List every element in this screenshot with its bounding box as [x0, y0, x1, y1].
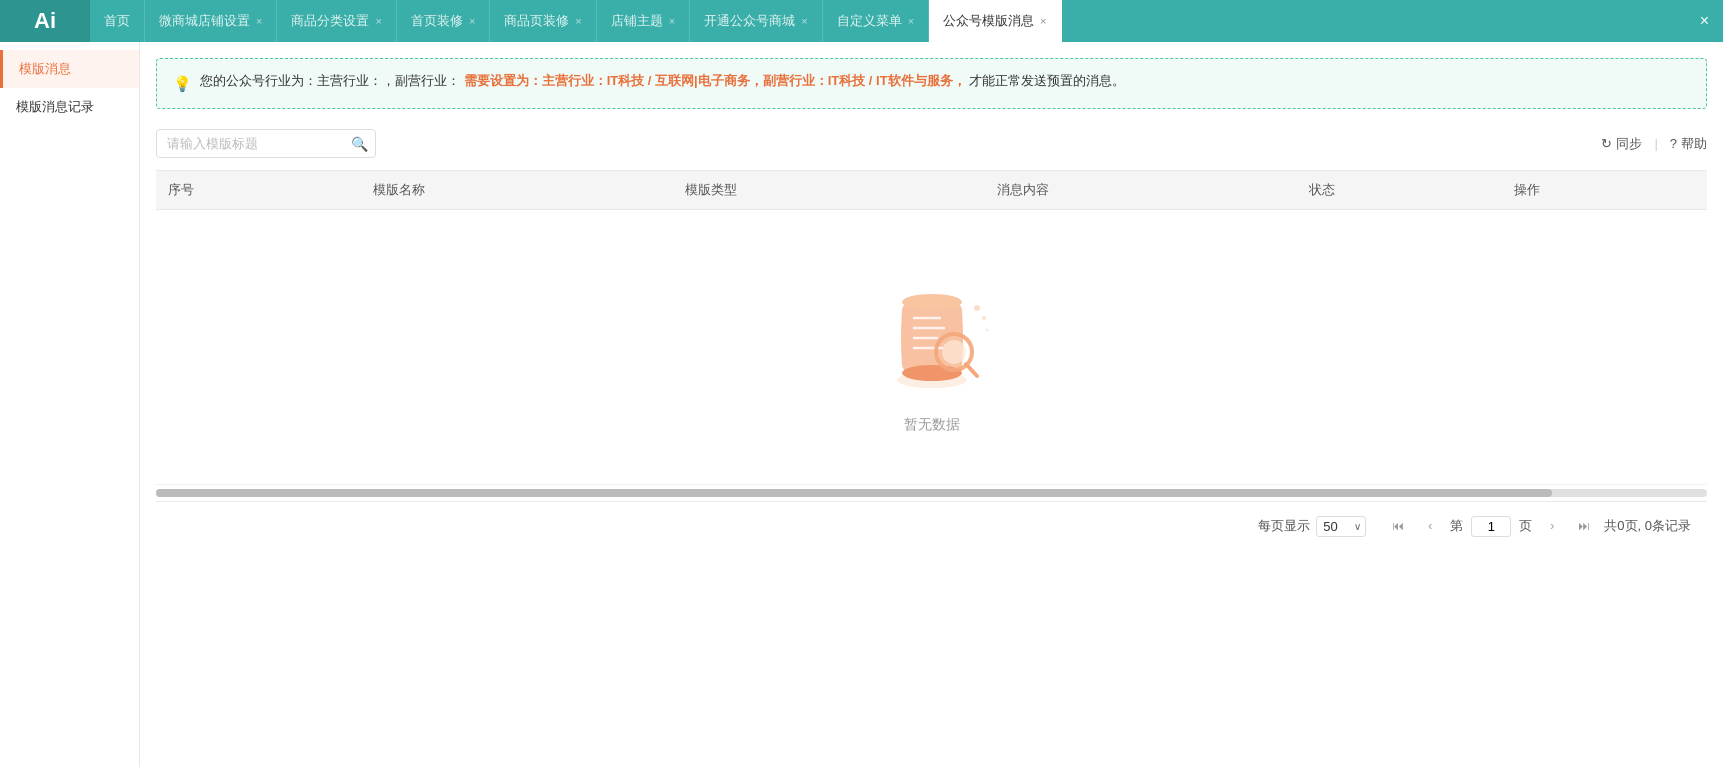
page-size-dropdown[interactable]: 50 10 20 100 [1316, 516, 1366, 537]
sync-button[interactable]: ↻ 同步 [1601, 135, 1642, 153]
search-left: 🔍 [156, 129, 376, 158]
tab-goods-decor[interactable]: 商品页装修× [490, 0, 596, 42]
action-divider: | [1654, 136, 1657, 151]
svg-line-9 [966, 364, 977, 376]
page-size-select: 每页显示 50 10 20 100 [1258, 516, 1366, 537]
col-content: 消息内容 [985, 171, 1297, 210]
empty-cell: 暂无数据 [156, 210, 1707, 485]
info-text-prefix: 您的公众号行业为：主营行业：，副营行业： [200, 73, 460, 88]
bulb-icon: 💡 [173, 72, 192, 96]
tab-close-shop-theme[interactable]: × [669, 15, 675, 27]
tab-home[interactable]: 首页 [90, 0, 145, 42]
page-size-wrapper: 50 10 20 100 [1316, 516, 1366, 537]
tab-shop-theme[interactable]: 店铺主题× [597, 0, 690, 42]
content-area: 💡 您的公众号行业为：主营行业：，副营行业： 需要设置为：主营行业：IT科技 /… [140, 42, 1723, 767]
sidebar-item-template-msg[interactable]: 模版消息 [0, 50, 139, 88]
main-layout: 模版消息模版消息记录 💡 您的公众号行业为：主营行业：，副营行业： 需要设置为：… [0, 42, 1723, 767]
table-header-row: 序号模版名称模版类型消息内容状态操作 [156, 171, 1707, 210]
search-icon[interactable]: 🔍 [351, 136, 368, 152]
svg-point-10 [974, 305, 980, 311]
tab-custom-menu[interactable]: 自定义菜单× [823, 0, 929, 42]
page-label-after: 页 [1519, 517, 1532, 535]
horizontal-scrollbar[interactable] [156, 489, 1707, 497]
page-label-before: 第 [1450, 517, 1463, 535]
col-type: 模版类型 [673, 171, 985, 210]
search-bar: 🔍 ↻ 同步 | ? 帮助 [156, 129, 1707, 158]
empty-illustration [872, 280, 992, 400]
empty-state: 暂无数据 [168, 220, 1695, 474]
tab-template-msg[interactable]: 公众号模版消息× [929, 0, 1061, 42]
data-table: 序号模版名称模版类型消息内容状态操作 [156, 170, 1707, 485]
svg-point-1 [902, 294, 962, 310]
help-icon: ? [1670, 136, 1677, 151]
search-input[interactable] [156, 129, 376, 158]
info-banner: 💡 您的公众号行业为：主营行业：，副营行业： 需要设置为：主营行业：IT科技 /… [156, 58, 1707, 109]
last-page-button[interactable]: ⏭ [1572, 514, 1596, 538]
col-name: 模版名称 [361, 171, 673, 210]
top-nav: Ai 首页微商城店铺设置×商品分类设置×首页装修×商品页装修×店铺主题×开通公众… [0, 0, 1723, 42]
tab-close-goods-category[interactable]: × [375, 15, 381, 27]
prev-page-button[interactable]: ‹ [1418, 514, 1442, 538]
tab-wsc-shop[interactable]: 微商城店铺设置× [145, 0, 277, 42]
table-head: 序号模版名称模版类型消息内容状态操作 [156, 171, 1707, 210]
tab-close-custom-menu[interactable]: × [908, 15, 914, 27]
sidebar-item-template-history[interactable]: 模版消息记录 [0, 88, 139, 126]
tab-close-template-msg[interactable]: × [1040, 15, 1046, 27]
tab-close-home-decor[interactable]: × [469, 15, 475, 27]
global-close-button[interactable]: × [1686, 0, 1723, 42]
col-index: 序号 [156, 171, 361, 210]
next-page-button[interactable]: › [1540, 514, 1564, 538]
tab-close-wsc-shop[interactable]: × [256, 15, 262, 27]
pagination: 每页显示 50 10 20 100 ⏮ ‹ 第 页 › ⏭ 共0页, 0条记录 [156, 501, 1707, 550]
info-text-suffix: 才能正常发送预置的消息。 [969, 73, 1125, 88]
help-button[interactable]: ? 帮助 [1670, 135, 1707, 153]
svg-point-2 [902, 365, 962, 381]
sync-label: 同步 [1616, 135, 1642, 153]
top-right-actions: ↻ 同步 | ? 帮助 [1601, 135, 1707, 153]
tab-close-open-mall[interactable]: × [801, 15, 807, 27]
empty-text: 暂无数据 [904, 416, 960, 434]
logo-text: Ai [34, 8, 56, 34]
tab-close-goods-decor[interactable]: × [575, 15, 581, 27]
help-label: 帮助 [1681, 135, 1707, 153]
tab-list: 首页微商城店铺设置×商品分类设置×首页装修×商品页装修×店铺主题×开通公众号商城… [90, 0, 1686, 42]
sync-icon: ↻ [1601, 136, 1612, 151]
sidebar: 模版消息模版消息记录 [0, 42, 140, 767]
tab-goods-category[interactable]: 商品分类设置× [277, 0, 396, 42]
tab-open-mall[interactable]: 开通公众号商城× [690, 0, 822, 42]
page-size-label: 每页显示 [1258, 517, 1310, 535]
svg-point-12 [985, 329, 988, 332]
info-banner-text: 您的公众号行业为：主营行业：，副营行业： 需要设置为：主营行业：IT科技 / 互… [200, 71, 1125, 92]
first-page-button[interactable]: ⏮ [1386, 514, 1410, 538]
scroll-thumb[interactable] [156, 489, 1552, 497]
page-number-input[interactable] [1471, 516, 1511, 537]
col-action: 操作 [1502, 171, 1707, 210]
empty-row: 暂无数据 [156, 210, 1707, 485]
search-input-wrap: 🔍 [156, 129, 376, 158]
total-info: 共0页, 0条记录 [1604, 517, 1691, 535]
logo: Ai [0, 0, 90, 42]
svg-point-11 [982, 316, 986, 320]
table-container: 序号模版名称模版类型消息内容状态操作 [156, 170, 1707, 485]
tab-home-decor[interactable]: 首页装修× [397, 0, 490, 42]
col-status: 状态 [1297, 171, 1502, 210]
table-body: 暂无数据 [156, 210, 1707, 485]
svg-point-8 [942, 340, 966, 364]
info-text-highlight: 需要设置为：主营行业：IT科技 / 互联网|电子商务，副营行业：IT科技 / I… [464, 73, 966, 88]
